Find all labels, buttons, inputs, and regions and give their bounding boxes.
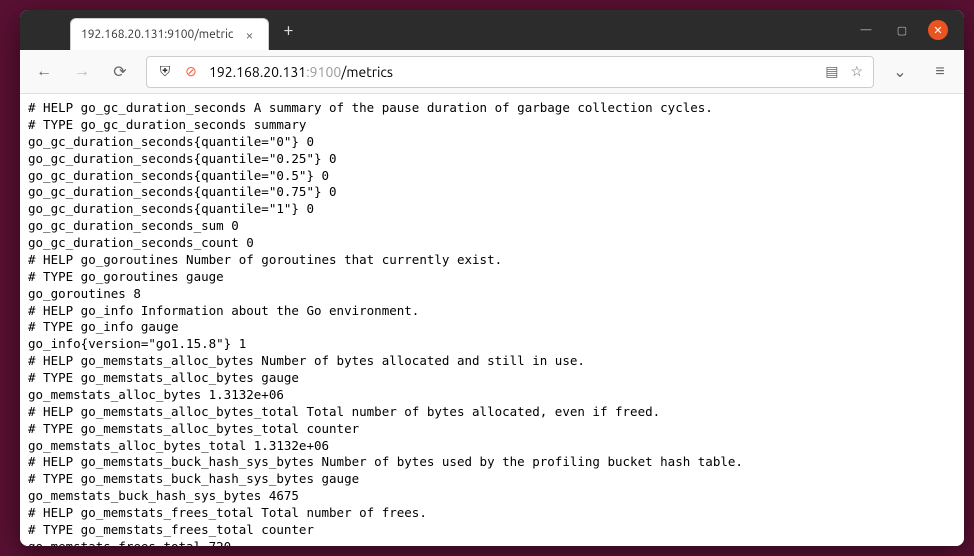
url-host: 192.168.20.131 [209,64,306,80]
close-window-button[interactable]: ✕ [928,20,948,40]
reader-mode-icon[interactable]: ▤ [825,63,838,80]
pocket-icon[interactable]: ⌄ [888,60,912,84]
forward-button[interactable]: → [70,60,94,84]
tab-title: 192.168.20.131:9100/metric [81,28,234,41]
url-bar[interactable]: ⛨ ⊘ 192.168.20.131:9100/metrics ▤ ☆ [146,56,874,88]
app-menu-icon[interactable]: ≡ [928,60,952,84]
url-actions: ▤ ☆ [825,63,863,80]
maximize-button[interactable]: ▢ [892,20,912,40]
window-controls: — ▢ ✕ [856,20,954,40]
url-port: :9100 [306,64,341,80]
titlebar: 192.168.20.131:9100/metric × + — ▢ ✕ [20,10,964,50]
url-path: /metrics [341,64,393,80]
minimize-button[interactable]: — [856,20,876,40]
metrics-output: # HELP go_gc_duration_seconds A summary … [28,100,956,546]
back-button[interactable]: ← [32,60,56,84]
new-tab-button[interactable]: + [275,16,303,44]
browser-tab[interactable]: 192.168.20.131:9100/metric × [70,18,269,50]
reload-button[interactable]: ⟳ [108,60,132,84]
toolbar: ← → ⟳ ⛨ ⊘ 192.168.20.131:9100/metrics ▤ … [20,50,964,94]
bookmark-star-icon[interactable]: ☆ [850,63,863,80]
page-content[interactable]: # HELP go_gc_duration_seconds A summary … [20,94,964,546]
url-text: 192.168.20.131:9100/metrics [209,64,815,80]
tracking-shield-icon[interactable]: ⛨ [157,64,173,80]
close-tab-icon[interactable]: × [242,27,258,43]
browser-window: 192.168.20.131:9100/metric × + — ▢ ✕ ← →… [20,10,964,546]
insecure-lock-icon[interactable]: ⊘ [183,64,199,80]
toolbar-right: ⌄ ≡ [888,60,952,84]
